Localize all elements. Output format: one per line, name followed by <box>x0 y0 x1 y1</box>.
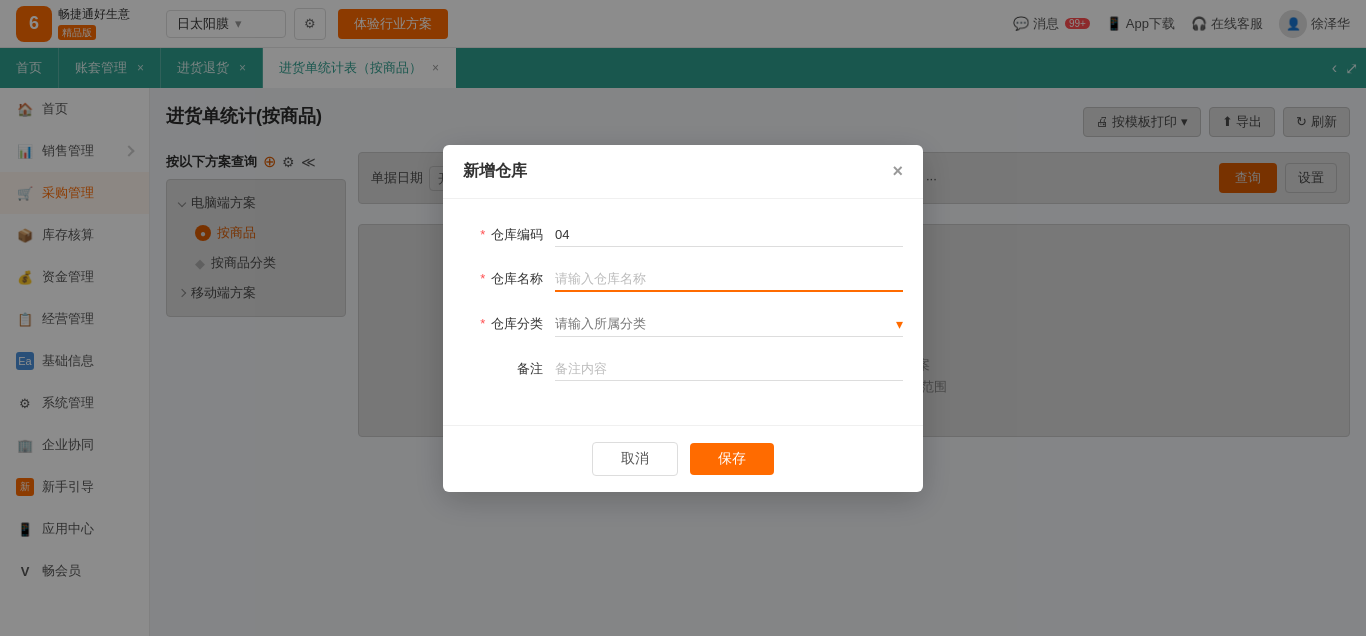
warehouse-category-row: * 仓库分类 ▾ <box>463 312 903 337</box>
warehouse-category-select[interactable]: ▾ <box>555 312 903 337</box>
warehouse-remark-row: 备注 <box>463 357 903 381</box>
warehouse-code-input[interactable] <box>555 223 903 247</box>
warehouse-remark-input[interactable] <box>555 357 903 381</box>
warehouse-name-label: * 仓库名称 <box>463 270 543 288</box>
modal-body: * 仓库编码 * 仓库名称 * 仓库分类 <box>443 199 923 425</box>
modal-footer: 取消 保存 <box>443 425 923 492</box>
save-button[interactable]: 保存 <box>690 443 774 475</box>
add-warehouse-modal: 新增仓库 × * 仓库编码 * 仓库名称 <box>443 145 923 492</box>
cancel-button[interactable]: 取消 <box>592 442 678 476</box>
required-star: * <box>480 316 485 331</box>
warehouse-code-row: * 仓库编码 <box>463 223 903 247</box>
modal-header: 新增仓库 × <box>443 145 923 199</box>
warehouse-name-row: * 仓库名称 <box>463 267 903 292</box>
modal-close-button[interactable]: × <box>892 161 903 182</box>
warehouse-category-label: * 仓库分类 <box>463 315 543 333</box>
modal-overlay: 新增仓库 × * 仓库编码 * 仓库名称 <box>0 0 1366 636</box>
modal-title: 新增仓库 <box>463 161 527 182</box>
required-star: * <box>480 227 485 242</box>
chevron-down-icon: ▾ <box>896 316 903 332</box>
warehouse-code-label: * 仓库编码 <box>463 226 543 244</box>
warehouse-remark-label: 备注 <box>463 360 543 378</box>
warehouse-category-input[interactable] <box>555 316 896 331</box>
warehouse-name-input[interactable] <box>555 267 903 292</box>
required-star: * <box>480 271 485 286</box>
